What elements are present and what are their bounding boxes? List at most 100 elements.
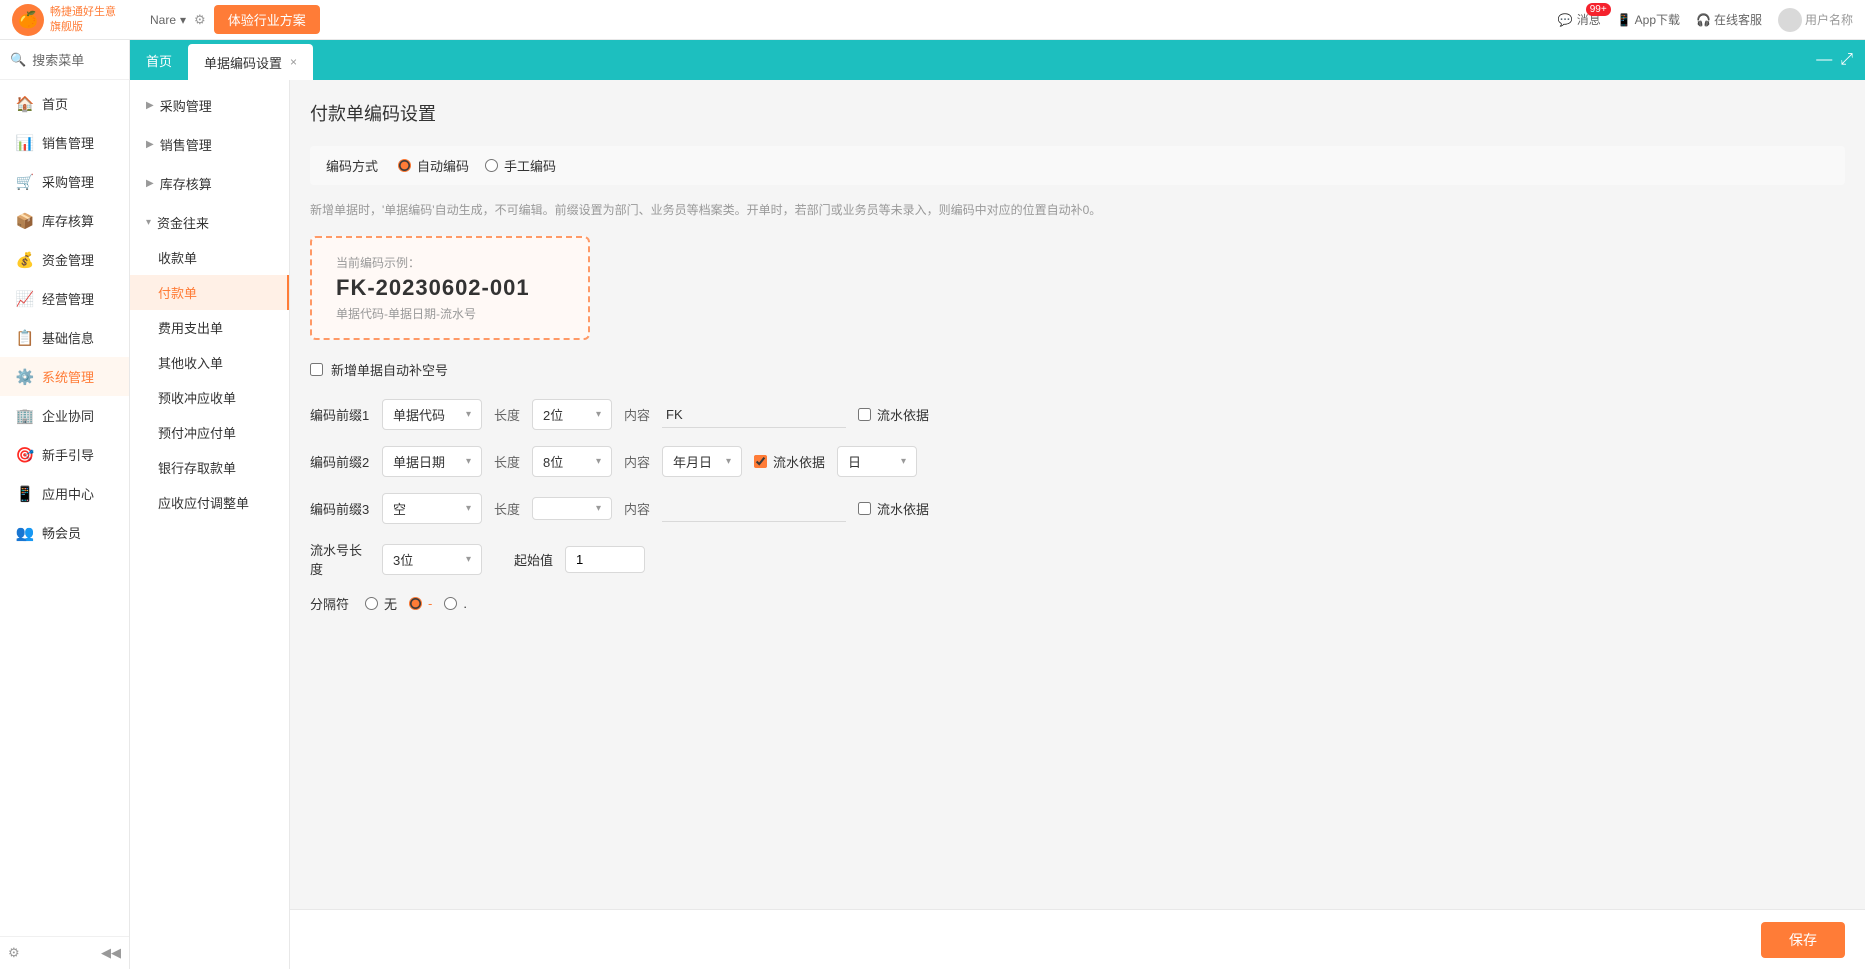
submenu-item-other-income[interactable]: 其他收入单 xyxy=(130,345,289,380)
auto-encoding-option[interactable]: 自动编码 xyxy=(398,156,469,175)
sidebar-item-label: 系统管理 xyxy=(42,367,94,386)
submenu-group-sales-title[interactable]: ▶ 销售管理 xyxy=(130,127,289,162)
submenu-item-bank-deposit[interactable]: 银行存取款单 xyxy=(130,450,289,485)
app-download-button[interactable]: 📱 App下载 xyxy=(1617,11,1680,28)
message-button[interactable]: 💬 消息 99+ xyxy=(1558,11,1601,28)
submenu-item-expense[interactable]: 费用支出单 xyxy=(130,310,289,345)
preview-box: 当前编码示例： FK-20230602-001 单据代码-单据日期-流水号 xyxy=(310,236,590,340)
prefix1-select[interactable]: 单据代码 ▾ xyxy=(382,399,482,430)
serial2-checkbox[interactable] xyxy=(754,455,767,468)
content2-select[interactable]: 年月日 ▾ xyxy=(662,446,742,477)
serial2-checkbox-item: 流水依据 xyxy=(754,452,825,471)
auto-encoding-radio[interactable] xyxy=(398,159,411,172)
serial-length-select[interactable]: 3位 ▾ xyxy=(382,544,482,575)
content3-label: 内容 xyxy=(624,499,650,518)
serial-row: 流水号长度 3位 ▾ 起始值 xyxy=(310,540,1845,578)
serial3-checkbox-item: 流水依据 xyxy=(858,499,929,518)
prefix1-label: 编码前缀1 xyxy=(310,405,370,424)
prefix2-select[interactable]: 单据日期 ▾ xyxy=(382,446,482,477)
online-service-button[interactable]: 🎧 在线客服 xyxy=(1696,11,1762,28)
length2-select[interactable]: 8位 ▾ xyxy=(532,446,612,477)
basic-icon: 📋 xyxy=(16,329,34,347)
length3-label: 长度 xyxy=(494,499,520,518)
settings-bottom-icon[interactable]: ⚙ xyxy=(8,945,20,961)
sep-dot-radio[interactable] xyxy=(444,597,457,610)
save-button[interactable]: 保存 xyxy=(1761,922,1845,958)
content2-label: 内容 xyxy=(624,452,650,471)
serial1-checkbox-item: 流水依据 xyxy=(858,405,929,424)
maximize-icon[interactable]: ⤢ xyxy=(1840,51,1853,69)
encoding-method-section: 编码方式 自动编码 手工编码 xyxy=(310,146,1845,185)
enterprise-icon: 🏢 xyxy=(16,407,34,425)
submenu-item-prepay-pay[interactable]: 预付冲应付单 xyxy=(130,415,289,450)
operation-icon: 📈 xyxy=(16,290,34,308)
submenu-item-prepay-receive[interactable]: 预收冲应收单 xyxy=(130,380,289,415)
chevron-down-icon: ▾ xyxy=(901,456,906,467)
system-icon: ⚙️ xyxy=(16,368,34,386)
inventory-icon: 📦 xyxy=(16,212,34,230)
length3-select[interactable]: ▾ xyxy=(532,497,612,520)
tab-current[interactable]: 单据编码设置 × xyxy=(188,44,313,80)
sidebar: 🔍 搜索菜单 🏠 首页 📊 销售管理 🛒 采购管理 📦 库存核算 💰 xyxy=(0,40,130,969)
arrow-right-icon: ▶ xyxy=(146,139,154,150)
sep-none-option[interactable]: 无 xyxy=(365,594,397,613)
sidebar-item-member[interactable]: 👥 畅会员 xyxy=(0,513,129,552)
search-menu-button[interactable]: 🔍 搜索菜单 xyxy=(10,50,119,69)
manual-encoding-option[interactable]: 手工编码 xyxy=(485,156,556,175)
company-name: Nare xyxy=(150,13,176,27)
length2-label: 长度 xyxy=(494,452,520,471)
start-value-input[interactable] xyxy=(565,546,645,573)
serial2-unit-select[interactable]: 日 ▾ xyxy=(837,446,917,477)
length1-select[interactable]: 2位 ▾ xyxy=(532,399,612,430)
prefix2-label: 编码前缀2 xyxy=(310,452,370,471)
trial-button[interactable]: 体验行业方案 xyxy=(214,5,320,34)
auto-fill-checkbox[interactable] xyxy=(310,363,323,376)
sidebar-item-inventory[interactable]: 📦 库存核算 xyxy=(0,201,129,240)
sidebar-item-operation[interactable]: 📈 经营管理 xyxy=(0,279,129,318)
sep-dot-option[interactable]: . xyxy=(444,596,467,611)
serial1-label: 流水依据 xyxy=(877,405,929,424)
main-layout: 🔍 搜索菜单 🏠 首页 📊 销售管理 🛒 采购管理 📦 库存核算 💰 xyxy=(0,40,1865,969)
user-avatar[interactable]: 用户名称 xyxy=(1778,8,1853,32)
logo-icon: 🍊 xyxy=(12,4,44,36)
sep-dash-radio[interactable] xyxy=(409,597,422,610)
sidebar-item-newguide[interactable]: 🎯 新手引导 xyxy=(0,435,129,474)
sidebar-item-label: 库存核算 xyxy=(42,211,94,230)
tab-home[interactable]: 首页 xyxy=(130,40,188,80)
search-label: 搜索菜单 xyxy=(32,50,84,69)
tab-bar-actions: — ⤢ xyxy=(1816,51,1853,69)
tab-close-icon[interactable]: × xyxy=(290,55,297,69)
minimize-icon[interactable]: — xyxy=(1816,51,1832,69)
sidebar-item-finance[interactable]: 💰 资金管理 xyxy=(0,240,129,279)
serial1-checkbox[interactable] xyxy=(858,408,871,421)
sidebar-item-appcenter[interactable]: 📱 应用中心 xyxy=(0,474,129,513)
collapse-icon[interactable]: ◀◀ xyxy=(101,945,121,961)
submenu-group-inventory-title[interactable]: ▶ 库存核算 xyxy=(130,166,289,201)
sales-icon: 📊 xyxy=(16,134,34,152)
serial3-checkbox[interactable] xyxy=(858,502,871,515)
auto-fill-row: 新增单据自动补空号 xyxy=(310,360,1845,379)
submenu-group-purchase-title[interactable]: ▶ 采购管理 xyxy=(130,88,289,123)
content1-input xyxy=(662,402,846,428)
submenu-group-funds-title[interactable]: ▾ 资金往来 xyxy=(130,205,289,240)
sep-dash-option[interactable]: - xyxy=(409,596,432,611)
member-icon: 👥 xyxy=(16,524,34,542)
submenu-item-receipt[interactable]: 收款单 xyxy=(130,240,289,275)
sidebar-search[interactable]: 🔍 搜索菜单 xyxy=(0,40,129,80)
sidebar-item-purchase[interactable]: 🛒 采购管理 xyxy=(0,162,129,201)
sidebar-item-enterprise[interactable]: 🏢 企业协同 xyxy=(0,396,129,435)
sidebar-item-label: 采购管理 xyxy=(42,172,94,191)
sidebar-item-sales[interactable]: 📊 销售管理 xyxy=(0,123,129,162)
sep-none-radio[interactable] xyxy=(365,597,378,610)
submenu-item-payment[interactable]: 付款单 xyxy=(130,275,289,310)
sidebar-item-home[interactable]: 🏠 首页 xyxy=(0,84,129,123)
settings-icon[interactable]: ⚙ xyxy=(194,12,206,28)
sidebar-item-system[interactable]: ⚙️ 系统管理 xyxy=(0,357,129,396)
sidebar-item-basic[interactable]: 📋 基础信息 xyxy=(0,318,129,357)
length1-label: 长度 xyxy=(494,405,520,424)
manual-encoding-radio[interactable] xyxy=(485,159,498,172)
submenu-item-ar-ap-adjust[interactable]: 应收应付调整单 xyxy=(130,485,289,520)
company-selector[interactable]: Nare ▾ xyxy=(150,13,186,27)
arrow-right-icon: ▶ xyxy=(146,178,154,189)
prefix3-select[interactable]: 空 ▾ xyxy=(382,493,482,524)
